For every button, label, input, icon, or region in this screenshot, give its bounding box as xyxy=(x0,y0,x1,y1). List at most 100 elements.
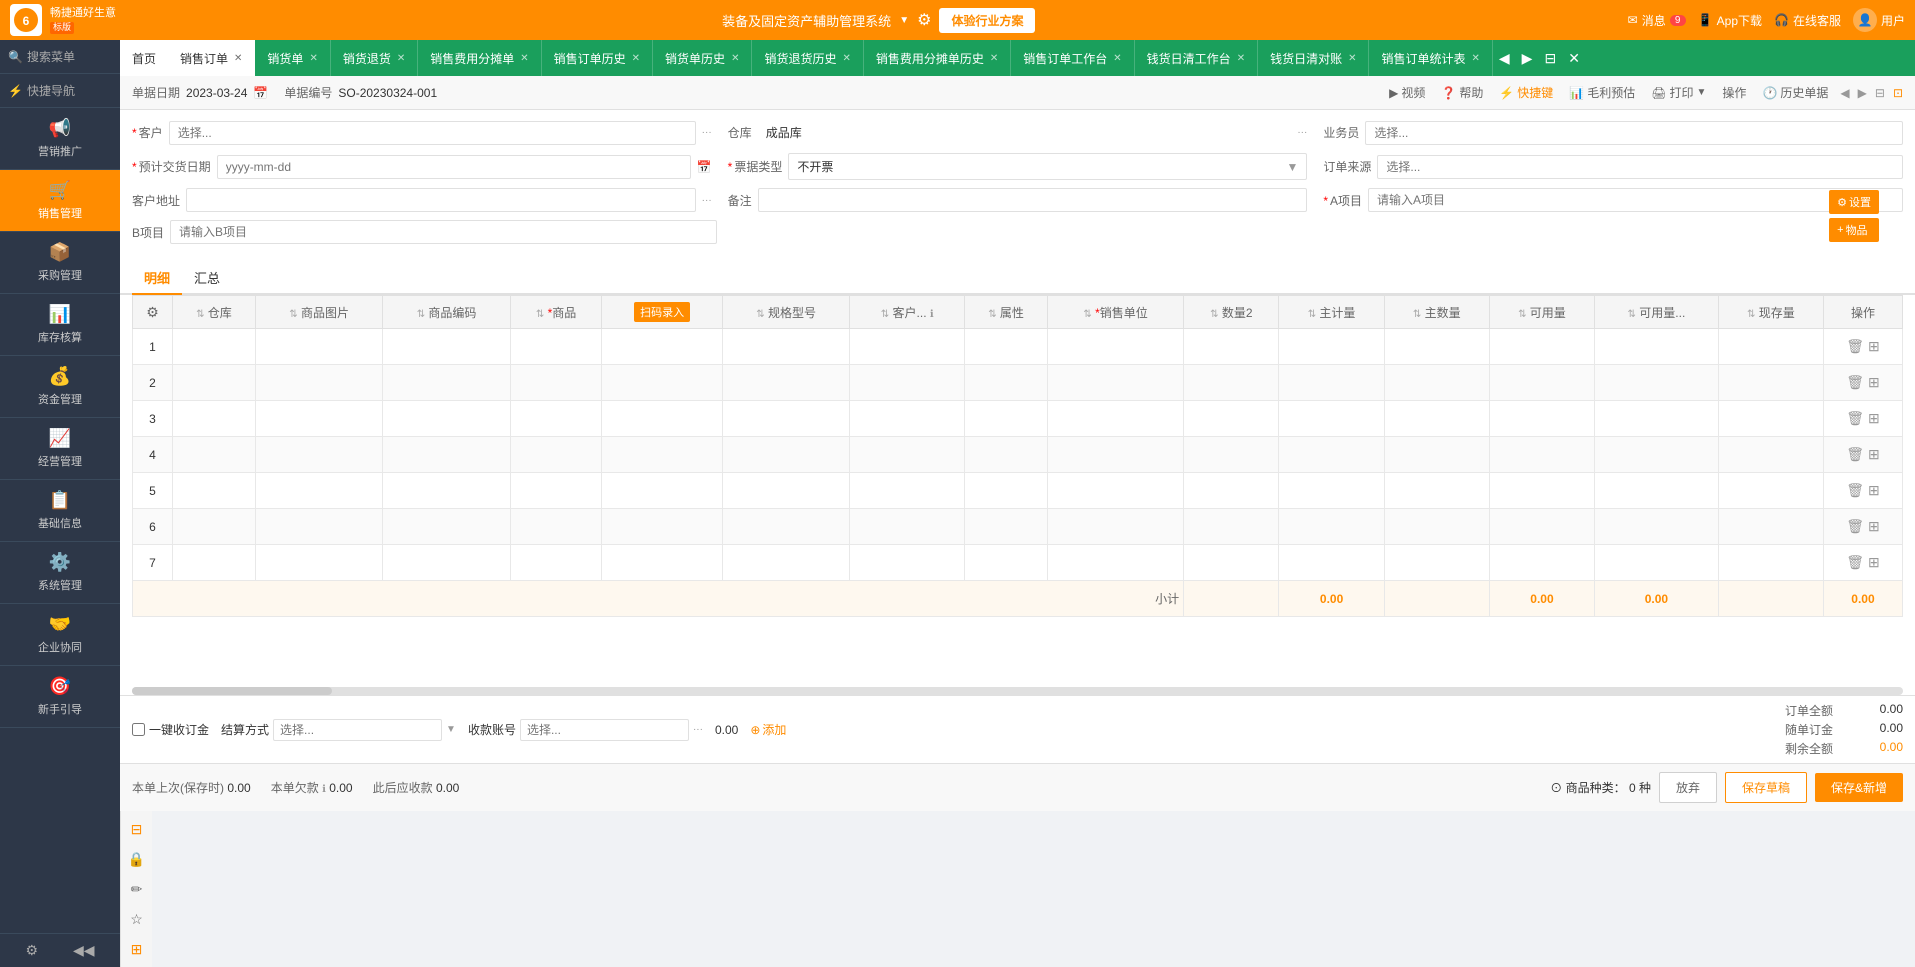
a-project-input[interactable] xyxy=(1368,188,1903,212)
copy-row-3-button[interactable]: ⊞ xyxy=(1868,410,1880,427)
copy-row-5-button[interactable]: ⊞ xyxy=(1868,482,1880,499)
expand-icon[interactable]: ⊡ xyxy=(1893,86,1903,100)
nav-prev-icon[interactable]: ◀ xyxy=(1840,86,1849,100)
tab-next-button[interactable]: ▶ xyxy=(1516,50,1539,67)
delete-row-3-button[interactable]: 🗑 xyxy=(1846,410,1864,427)
row-product-1[interactable] xyxy=(510,329,602,365)
tab-close-all-button[interactable]: ✕ xyxy=(1562,50,1586,67)
copy-row-7-button[interactable]: ⊞ xyxy=(1868,554,1880,571)
row-cust-code-1[interactable] xyxy=(850,329,965,365)
history-button[interactable]: 🕐 历史单据 xyxy=(1758,82,1832,103)
row-attr-1[interactable] xyxy=(965,329,1048,365)
view-button[interactable]: ▶ 视频 xyxy=(1385,82,1429,103)
row-spec-2[interactable] xyxy=(722,365,849,401)
tab-expense-split-close[interactable]: ✕ xyxy=(520,53,528,64)
tab-daily-workbench[interactable]: 钱货日清工作台 ✕ xyxy=(1135,40,1258,76)
operate-button[interactable]: 操作 xyxy=(1718,82,1750,103)
address-more-icon[interactable]: ··· xyxy=(702,195,712,206)
row-warehouse-2[interactable] xyxy=(172,365,255,401)
tab-expense-split[interactable]: 销售费用分摊单 ✕ xyxy=(418,40,541,76)
tab-order-workbench[interactable]: 销售订单工作台 ✕ xyxy=(1011,40,1134,76)
sidebar-item-marketing[interactable]: 📢 营销推广 xyxy=(0,108,120,170)
sidebar-item-inventory[interactable]: 📊 库存核算 xyxy=(0,294,120,356)
industry-button[interactable]: 体验行业方案 xyxy=(939,8,1035,33)
online-service-item[interactable]: 🎧 在线客服 xyxy=(1774,12,1841,29)
help-button[interactable]: ❓ 帮助 xyxy=(1437,82,1487,103)
payment-account-more-icon[interactable]: ··· xyxy=(693,724,703,735)
sidebar-settings-button[interactable]: ⚙ xyxy=(25,942,38,959)
right-panel-scan-button[interactable]: ⊞ xyxy=(123,935,151,963)
copy-row-6-button[interactable]: ⊞ xyxy=(1868,518,1880,535)
tab-daily-workbench-close[interactable]: ✕ xyxy=(1237,53,1245,64)
row-qty2-1[interactable] xyxy=(1184,329,1279,365)
right-panel-edit-button[interactable]: ✏ xyxy=(123,875,151,903)
delete-row-6-button[interactable]: 🗑 xyxy=(1846,518,1864,535)
tab-sales-slip[interactable]: 销货单 ✕ xyxy=(255,40,330,76)
tab-order-history[interactable]: 销售订单历史 ✕ xyxy=(542,40,653,76)
tab-returns[interactable]: 销货退货 ✕ xyxy=(331,40,418,76)
customer-input[interactable] xyxy=(169,121,696,145)
right-panel-star-button[interactable]: ☆ xyxy=(123,905,151,933)
copy-row-1-button[interactable]: ⊞ xyxy=(1868,338,1880,355)
sidebar-item-enterprise[interactable]: 🤝 企业协同 xyxy=(0,604,120,666)
delete-row-5-button[interactable]: 🗑 xyxy=(1846,482,1864,499)
settings-button[interactable]: ⚙ xyxy=(917,10,931,30)
tab-daily-reconcile-close[interactable]: ✕ xyxy=(1348,53,1356,64)
tab-prev-button[interactable]: ◀ xyxy=(1493,50,1516,67)
th-gear[interactable]: ⚙ xyxy=(133,296,173,329)
delivery-date-input[interactable] xyxy=(217,155,691,179)
one-click-payment-input[interactable] xyxy=(132,723,145,736)
copy-row-4-button[interactable]: ⊞ xyxy=(1868,446,1880,463)
horizontal-scrollbar[interactable] xyxy=(132,687,1903,695)
tab-return-history[interactable]: 销货退货历史 ✕ xyxy=(752,40,863,76)
message-item[interactable]: ✉ 消息 9 xyxy=(1628,12,1686,29)
gear-col-icon[interactable]: ⚙ xyxy=(146,304,159,320)
row-spec-1[interactable] xyxy=(722,329,849,365)
tab-expense-history[interactable]: 销售费用分摊单历史 ✕ xyxy=(864,40,1011,76)
row-code-1[interactable] xyxy=(383,329,510,365)
grid-icon[interactable]: ⊟ xyxy=(1875,86,1885,100)
settings-float-button[interactable]: ⚙ 设置 xyxy=(1829,190,1879,214)
sidebar-collapse-button[interactable]: ◀◀ xyxy=(73,942,95,959)
row-cust-code-2[interactable] xyxy=(850,365,965,401)
row-qty2-2[interactable] xyxy=(1184,365,1279,401)
save-new-button[interactable]: 保存&新增 xyxy=(1815,773,1903,802)
address-input[interactable] xyxy=(186,188,696,212)
tab-sales-slip-close[interactable]: ✕ xyxy=(309,53,317,64)
tab-daily-reconcile[interactable]: 钱货日清对账 ✕ xyxy=(1258,40,1369,76)
customer-more-icon[interactable]: ··· xyxy=(702,127,712,138)
right-panel-table-button[interactable]: ⊟ xyxy=(123,815,151,843)
tab-expense-history-close[interactable]: ✕ xyxy=(990,53,998,64)
tab-sales-order-close[interactable]: ✕ xyxy=(234,53,242,64)
tab-slip-history[interactable]: 销货单历史 ✕ xyxy=(653,40,752,76)
delete-row-1-button[interactable]: 🗑 xyxy=(1846,338,1864,355)
row-attr-2[interactable] xyxy=(965,365,1048,401)
sidebar-item-system[interactable]: ⚙️ 系统管理 xyxy=(0,542,120,604)
tab-detail[interactable]: 明细 xyxy=(132,262,182,295)
tab-more-button[interactable]: ⊟ xyxy=(1538,50,1562,67)
profit-button[interactable]: 📊 毛利预估 xyxy=(1565,82,1639,103)
scan-button[interactable]: 扫码录入 xyxy=(634,302,690,322)
salesperson-input[interactable] xyxy=(1365,121,1903,145)
print-button[interactable]: 🖨 打印 ▼ xyxy=(1647,82,1710,103)
payment-method-input[interactable] xyxy=(273,719,442,741)
calendar2-icon[interactable]: 📅 xyxy=(697,160,712,174)
sidebar-search[interactable]: 🔍 搜索菜单 xyxy=(0,40,120,74)
app-download-item[interactable]: 📱 App下载 xyxy=(1698,12,1762,29)
sidebar-item-sales[interactable]: 🛒 销售管理 xyxy=(0,170,120,232)
sidebar-item-base[interactable]: 📋 基础信息 xyxy=(0,480,120,542)
add-goods-button[interactable]: + 物品 xyxy=(1829,218,1879,242)
calendar-icon[interactable]: 📅 xyxy=(253,86,268,100)
payment-account-input[interactable] xyxy=(520,719,689,741)
one-click-payment-checkbox[interactable]: 一键收订金 xyxy=(132,721,209,738)
add-payment-button[interactable]: ⊕ 添加 xyxy=(750,721,786,738)
tab-home[interactable]: 首页 xyxy=(120,40,168,76)
nav-next-icon[interactable]: ▶ xyxy=(1858,86,1867,100)
discard-button[interactable]: 放弃 xyxy=(1659,772,1717,803)
row-main-qty-1[interactable] xyxy=(1384,329,1489,365)
sidebar-quick-nav[interactable]: ⚡ 快捷导航 xyxy=(0,74,120,108)
right-panel-lock-button[interactable]: 🔒 xyxy=(123,845,151,873)
tab-return-history-close[interactable]: ✕ xyxy=(842,53,850,64)
copy-row-2-button[interactable]: ⊞ xyxy=(1868,374,1880,391)
tab-order-stats-close[interactable]: ✕ xyxy=(1472,53,1480,64)
